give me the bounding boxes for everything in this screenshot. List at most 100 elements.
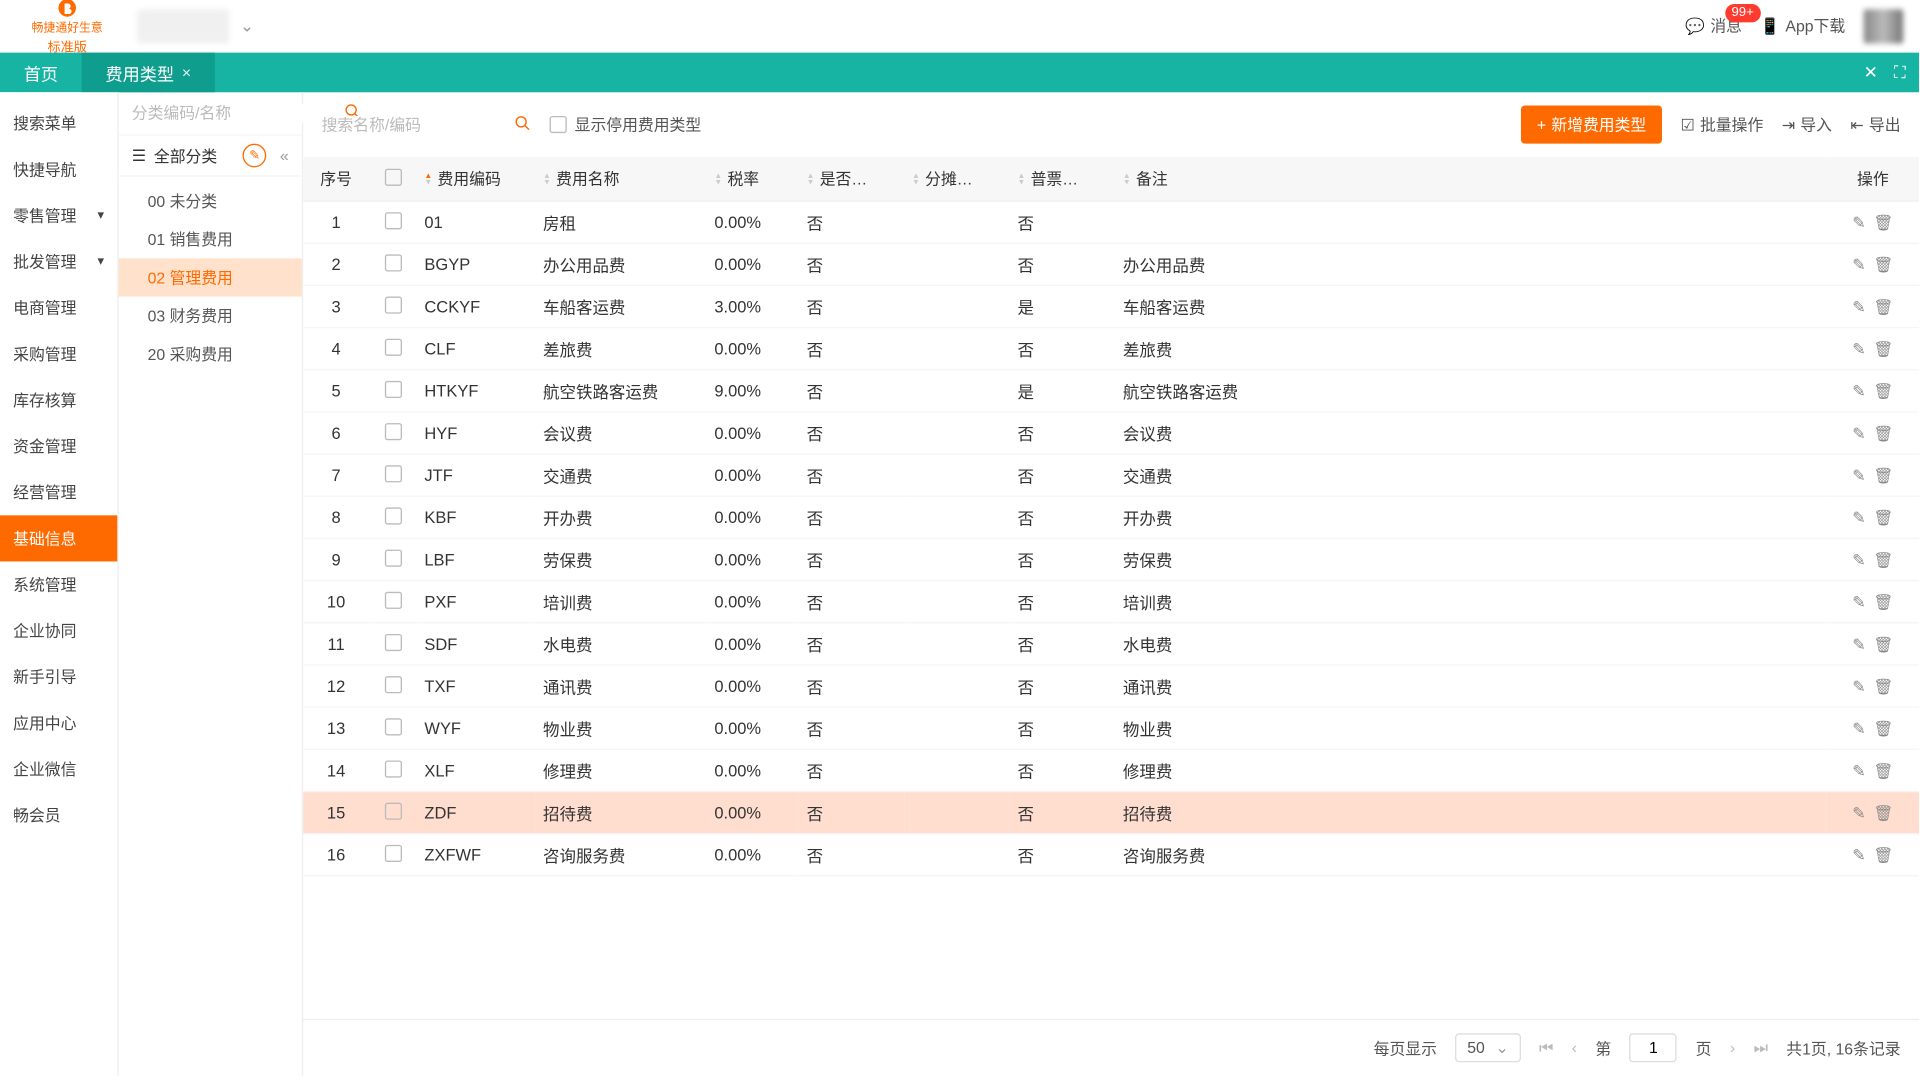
tab-fee-type[interactable]: 费用类型 × — [82, 53, 215, 93]
sidebar-item-10[interactable]: 系统管理 — [0, 561, 117, 607]
delete-icon[interactable]: 🗑 — [1873, 719, 1893, 737]
sidebar-item-6[interactable]: 库存核算 — [0, 377, 117, 423]
delete-icon[interactable]: 🗑 — [1873, 297, 1893, 315]
cell-check[interactable] — [369, 623, 416, 665]
close-icon[interactable]: × — [182, 63, 191, 81]
cell-check[interactable] — [369, 328, 416, 370]
edit-icon[interactable]: ✎ — [1852, 424, 1865, 442]
table-row[interactable]: 4CLF差旅费0.00%否否差旅费✎🗑 — [303, 328, 1919, 370]
edit-icon[interactable]: ✎ — [1852, 213, 1865, 231]
table-row[interactable]: 3CCKYF车船客运费3.00%否是车船客运费✎🗑 — [303, 285, 1919, 327]
table-row[interactable]: 13WYF物业费0.00%否否物业费✎🗑 — [303, 707, 1919, 749]
col-remark[interactable]: ▲▼备注 — [1115, 157, 1827, 201]
edit-category-icon[interactable]: ✎ — [243, 144, 267, 168]
cell-check[interactable] — [369, 749, 416, 791]
sidebar-item-14[interactable]: 企业微信 — [0, 746, 117, 792]
delete-icon[interactable]: 🗑 — [1873, 635, 1893, 653]
cell-check[interactable] — [369, 707, 416, 749]
cell-check[interactable] — [369, 285, 416, 327]
edit-icon[interactable]: ✎ — [1852, 297, 1865, 315]
export-button[interactable]: ⇤ 导出 — [1850, 113, 1900, 135]
edit-icon[interactable]: ✎ — [1852, 339, 1865, 357]
fullscreen-icon[interactable]: ⛶ — [1894, 62, 1906, 83]
cell-check[interactable] — [369, 454, 416, 496]
all-categories-label[interactable]: 全部分类 — [154, 144, 217, 166]
col-ptax[interactable]: ▲▼普票… — [1010, 157, 1115, 201]
delete-icon[interactable]: 🗑 — [1873, 466, 1893, 484]
edit-icon[interactable]: ✎ — [1852, 803, 1865, 821]
category-item-1[interactable]: 01 销售费用 — [119, 220, 302, 258]
cell-check[interactable] — [369, 412, 416, 454]
edit-icon[interactable]: ✎ — [1852, 719, 1865, 737]
sidebar-item-4[interactable]: 电商管理 — [0, 285, 117, 331]
messages-button[interactable]: 💬 消息 99+ — [1685, 14, 1742, 36]
table-row[interactable]: 8KBF开办费0.00%否否开办费✎🗑 — [303, 496, 1919, 538]
tab-home[interactable]: 首页 — [0, 53, 82, 93]
edit-icon[interactable]: ✎ — [1852, 508, 1865, 526]
table-row[interactable]: 7JTF交通费0.00%否否交通费✎🗑 — [303, 454, 1919, 496]
import-button[interactable]: ⇥ 导入 — [1782, 113, 1832, 135]
table-row[interactable]: 10PXF培训费0.00%否否培训费✎🗑 — [303, 581, 1919, 623]
batch-ops-button[interactable]: ☑ 批量操作 — [1681, 113, 1764, 135]
delete-icon[interactable]: 🗑 — [1873, 508, 1893, 526]
first-page-button[interactable]: ⏮ — [1539, 1038, 1553, 1058]
cell-check[interactable] — [369, 581, 416, 623]
sidebar-item-3[interactable]: 批发管理▾ — [0, 239, 117, 285]
app-download-button[interactable]: 📱 App下载 — [1760, 14, 1845, 36]
col-seq[interactable]: 序号 — [303, 157, 369, 201]
edit-icon[interactable]: ✎ — [1852, 761, 1865, 779]
sidebar-item-2[interactable]: 零售管理▾ — [0, 192, 117, 238]
cell-check[interactable] — [369, 243, 416, 285]
delete-icon[interactable]: 🗑 — [1873, 803, 1893, 821]
delete-icon[interactable]: 🗑 — [1873, 255, 1893, 273]
edit-icon[interactable]: ✎ — [1852, 635, 1865, 653]
sidebar-item-13[interactable]: 应用中心 — [0, 700, 117, 746]
sidebar-item-0[interactable]: 搜索菜单 — [0, 100, 117, 146]
delete-icon[interactable]: 🗑 — [1873, 677, 1893, 695]
search-icon[interactable] — [514, 114, 531, 135]
table-row[interactable]: 15ZDF招待费0.00%否否招待费✎🗑 — [303, 791, 1919, 833]
delete-icon[interactable]: 🗑 — [1873, 845, 1893, 863]
cell-check[interactable] — [369, 496, 416, 538]
cell-check[interactable] — [369, 791, 416, 833]
category-item-2[interactable]: 02 管理费用 — [119, 258, 302, 296]
delete-icon[interactable]: 🗑 — [1873, 550, 1893, 568]
cell-check[interactable] — [369, 834, 416, 876]
show-disabled-checkbox[interactable]: 显示停用费用类型 — [550, 113, 702, 135]
search-input[interactable] — [322, 115, 507, 133]
next-page-button[interactable]: › — [1730, 1039, 1735, 1057]
sidebar-item-7[interactable]: 资金管理 — [0, 423, 117, 469]
prev-page-button[interactable]: ‹ — [1572, 1039, 1577, 1057]
edit-icon[interactable]: ✎ — [1852, 382, 1865, 400]
new-fee-type-button[interactable]: + 新增费用类型 — [1521, 105, 1662, 143]
table-row[interactable]: 9LBF劳保费0.00%否否劳保费✎🗑 — [303, 538, 1919, 580]
delete-icon[interactable]: 🗑 — [1873, 382, 1893, 400]
cell-check[interactable] — [369, 201, 416, 243]
col-is1[interactable]: ▲▼是否… — [799, 157, 904, 201]
edit-icon[interactable]: ✎ — [1852, 550, 1865, 568]
col-rate[interactable]: ▲▼税率 — [706, 157, 798, 201]
delete-icon[interactable]: 🗑 — [1873, 592, 1893, 610]
table-row[interactable]: 12TXF通讯费0.00%否否通讯费✎🗑 — [303, 665, 1919, 707]
col-alloc[interactable]: ▲▼分摊… — [904, 157, 1009, 201]
sidebar-item-1[interactable]: 快捷导航 — [0, 146, 117, 192]
user-avatar[interactable] — [1864, 9, 1904, 43]
last-page-button[interactable]: ⏭ — [1754, 1038, 1768, 1058]
sidebar-item-8[interactable]: 经营管理 — [0, 469, 117, 515]
cell-check[interactable] — [369, 370, 416, 412]
sidebar-item-12[interactable]: 新手引导 — [0, 654, 117, 700]
cell-check[interactable] — [369, 538, 416, 580]
col-check-all[interactable] — [369, 157, 416, 201]
delete-icon[interactable]: 🗑 — [1873, 424, 1893, 442]
table-row[interactable]: 16ZXFWF咨询服务费0.00%否否咨询服务费✎🗑 — [303, 834, 1919, 876]
category-item-3[interactable]: 03 财务费用 — [119, 297, 302, 335]
col-code[interactable]: ▲▼费用编码 — [416, 157, 535, 201]
sidebar-item-11[interactable]: 企业协同 — [0, 608, 117, 654]
table-row[interactable]: 5HTKYF航空铁路客运费9.00%否是航空铁路客运费✎🗑 — [303, 370, 1919, 412]
close-all-icon[interactable]: ✕ — [1864, 62, 1878, 83]
edit-icon[interactable]: ✎ — [1852, 677, 1865, 695]
table-row[interactable]: 101房租0.00%否否✎🗑 — [303, 201, 1919, 243]
table-row[interactable]: 6HYF会议费0.00%否否会议费✎🗑 — [303, 412, 1919, 454]
sidebar-item-5[interactable]: 采购管理 — [0, 331, 117, 377]
collapse-panel-icon[interactable]: « — [280, 146, 289, 164]
